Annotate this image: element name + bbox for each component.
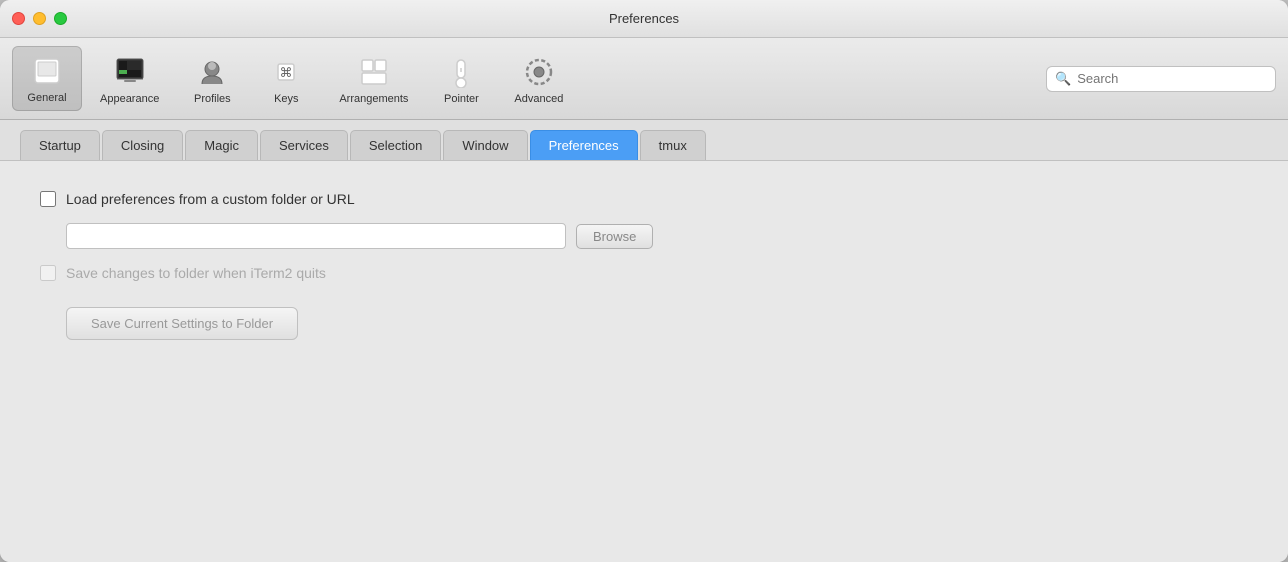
window-title: Preferences <box>609 11 679 26</box>
tab-startup[interactable]: Startup <box>20 130 100 160</box>
arrangements-icon <box>356 54 392 90</box>
general-label: General <box>27 92 66 104</box>
profiles-icon <box>194 54 230 90</box>
load-prefs-label: Load preferences from a custom folder or… <box>66 191 355 207</box>
tab-bar: Startup Closing Magic Services Selection… <box>0 120 1288 161</box>
toolbar-item-pointer[interactable]: Pointer <box>426 48 496 111</box>
save-settings-container: Save Current Settings to Folder <box>40 307 1248 340</box>
advanced-icon <box>521 54 557 90</box>
toolbar-item-arrangements[interactable]: Arrangements <box>325 48 422 111</box>
save-on-quit-checkbox[interactable] <box>40 265 56 281</box>
tab-closing[interactable]: Closing <box>102 130 183 160</box>
keys-label: Keys <box>274 93 298 105</box>
svg-text:⌘: ⌘ <box>280 65 293 80</box>
search-input[interactable] <box>1077 71 1267 86</box>
save-on-quit-row: Save changes to folder when iTerm2 quits <box>40 265 1248 281</box>
minimize-button[interactable] <box>33 12 46 25</box>
search-container: 🔍 <box>1046 66 1276 92</box>
tab-window[interactable]: Window <box>443 130 527 160</box>
toolbar-item-profiles[interactable]: Profiles <box>177 48 247 111</box>
appearance-icon <box>112 54 148 90</box>
maximize-button[interactable] <box>54 12 67 25</box>
appearance-label: Appearance <box>100 93 159 105</box>
tab-magic[interactable]: Magic <box>185 130 258 160</box>
traffic-lights <box>12 12 67 25</box>
pointer-label: Pointer <box>444 93 479 105</box>
advanced-label: Advanced <box>514 93 563 105</box>
toolbar-items: General Appearance <box>12 46 1046 111</box>
save-settings-button[interactable]: Save Current Settings to Folder <box>66 307 298 340</box>
toolbar-item-appearance[interactable]: Appearance <box>86 48 173 111</box>
toolbar-item-keys[interactable]: ⌘ Keys <box>251 48 321 111</box>
tab-preferences[interactable]: Preferences <box>530 130 638 160</box>
keys-icon: ⌘ <box>268 54 304 90</box>
search-icon: 🔍 <box>1055 71 1071 87</box>
close-button[interactable] <box>12 12 25 25</box>
general-icon <box>29 53 65 89</box>
browse-button[interactable]: Browse <box>576 224 653 249</box>
toolbar-item-advanced[interactable]: Advanced <box>500 48 577 111</box>
preferences-section: Load preferences from a custom folder or… <box>40 191 1248 340</box>
search-box: 🔍 <box>1046 66 1276 92</box>
tab-selection[interactable]: Selection <box>350 130 441 160</box>
toolbar: General Appearance <box>0 38 1288 120</box>
load-prefs-checkbox[interactable] <box>40 191 56 207</box>
load-prefs-row: Load preferences from a custom folder or… <box>40 191 1248 207</box>
pointer-icon <box>443 54 479 90</box>
toolbar-item-general[interactable]: General <box>12 46 82 111</box>
folder-input-row: Browse <box>40 223 1248 249</box>
title-bar: Preferences <box>0 0 1288 38</box>
tab-tmux[interactable]: tmux <box>640 130 706 160</box>
folder-input[interactable] <box>66 223 566 249</box>
save-on-quit-label: Save changes to folder when iTerm2 quits <box>66 265 326 281</box>
content-area: Load preferences from a custom folder or… <box>0 161 1288 562</box>
tab-services[interactable]: Services <box>260 130 348 160</box>
profiles-label: Profiles <box>194 93 231 105</box>
arrangements-label: Arrangements <box>339 93 408 105</box>
